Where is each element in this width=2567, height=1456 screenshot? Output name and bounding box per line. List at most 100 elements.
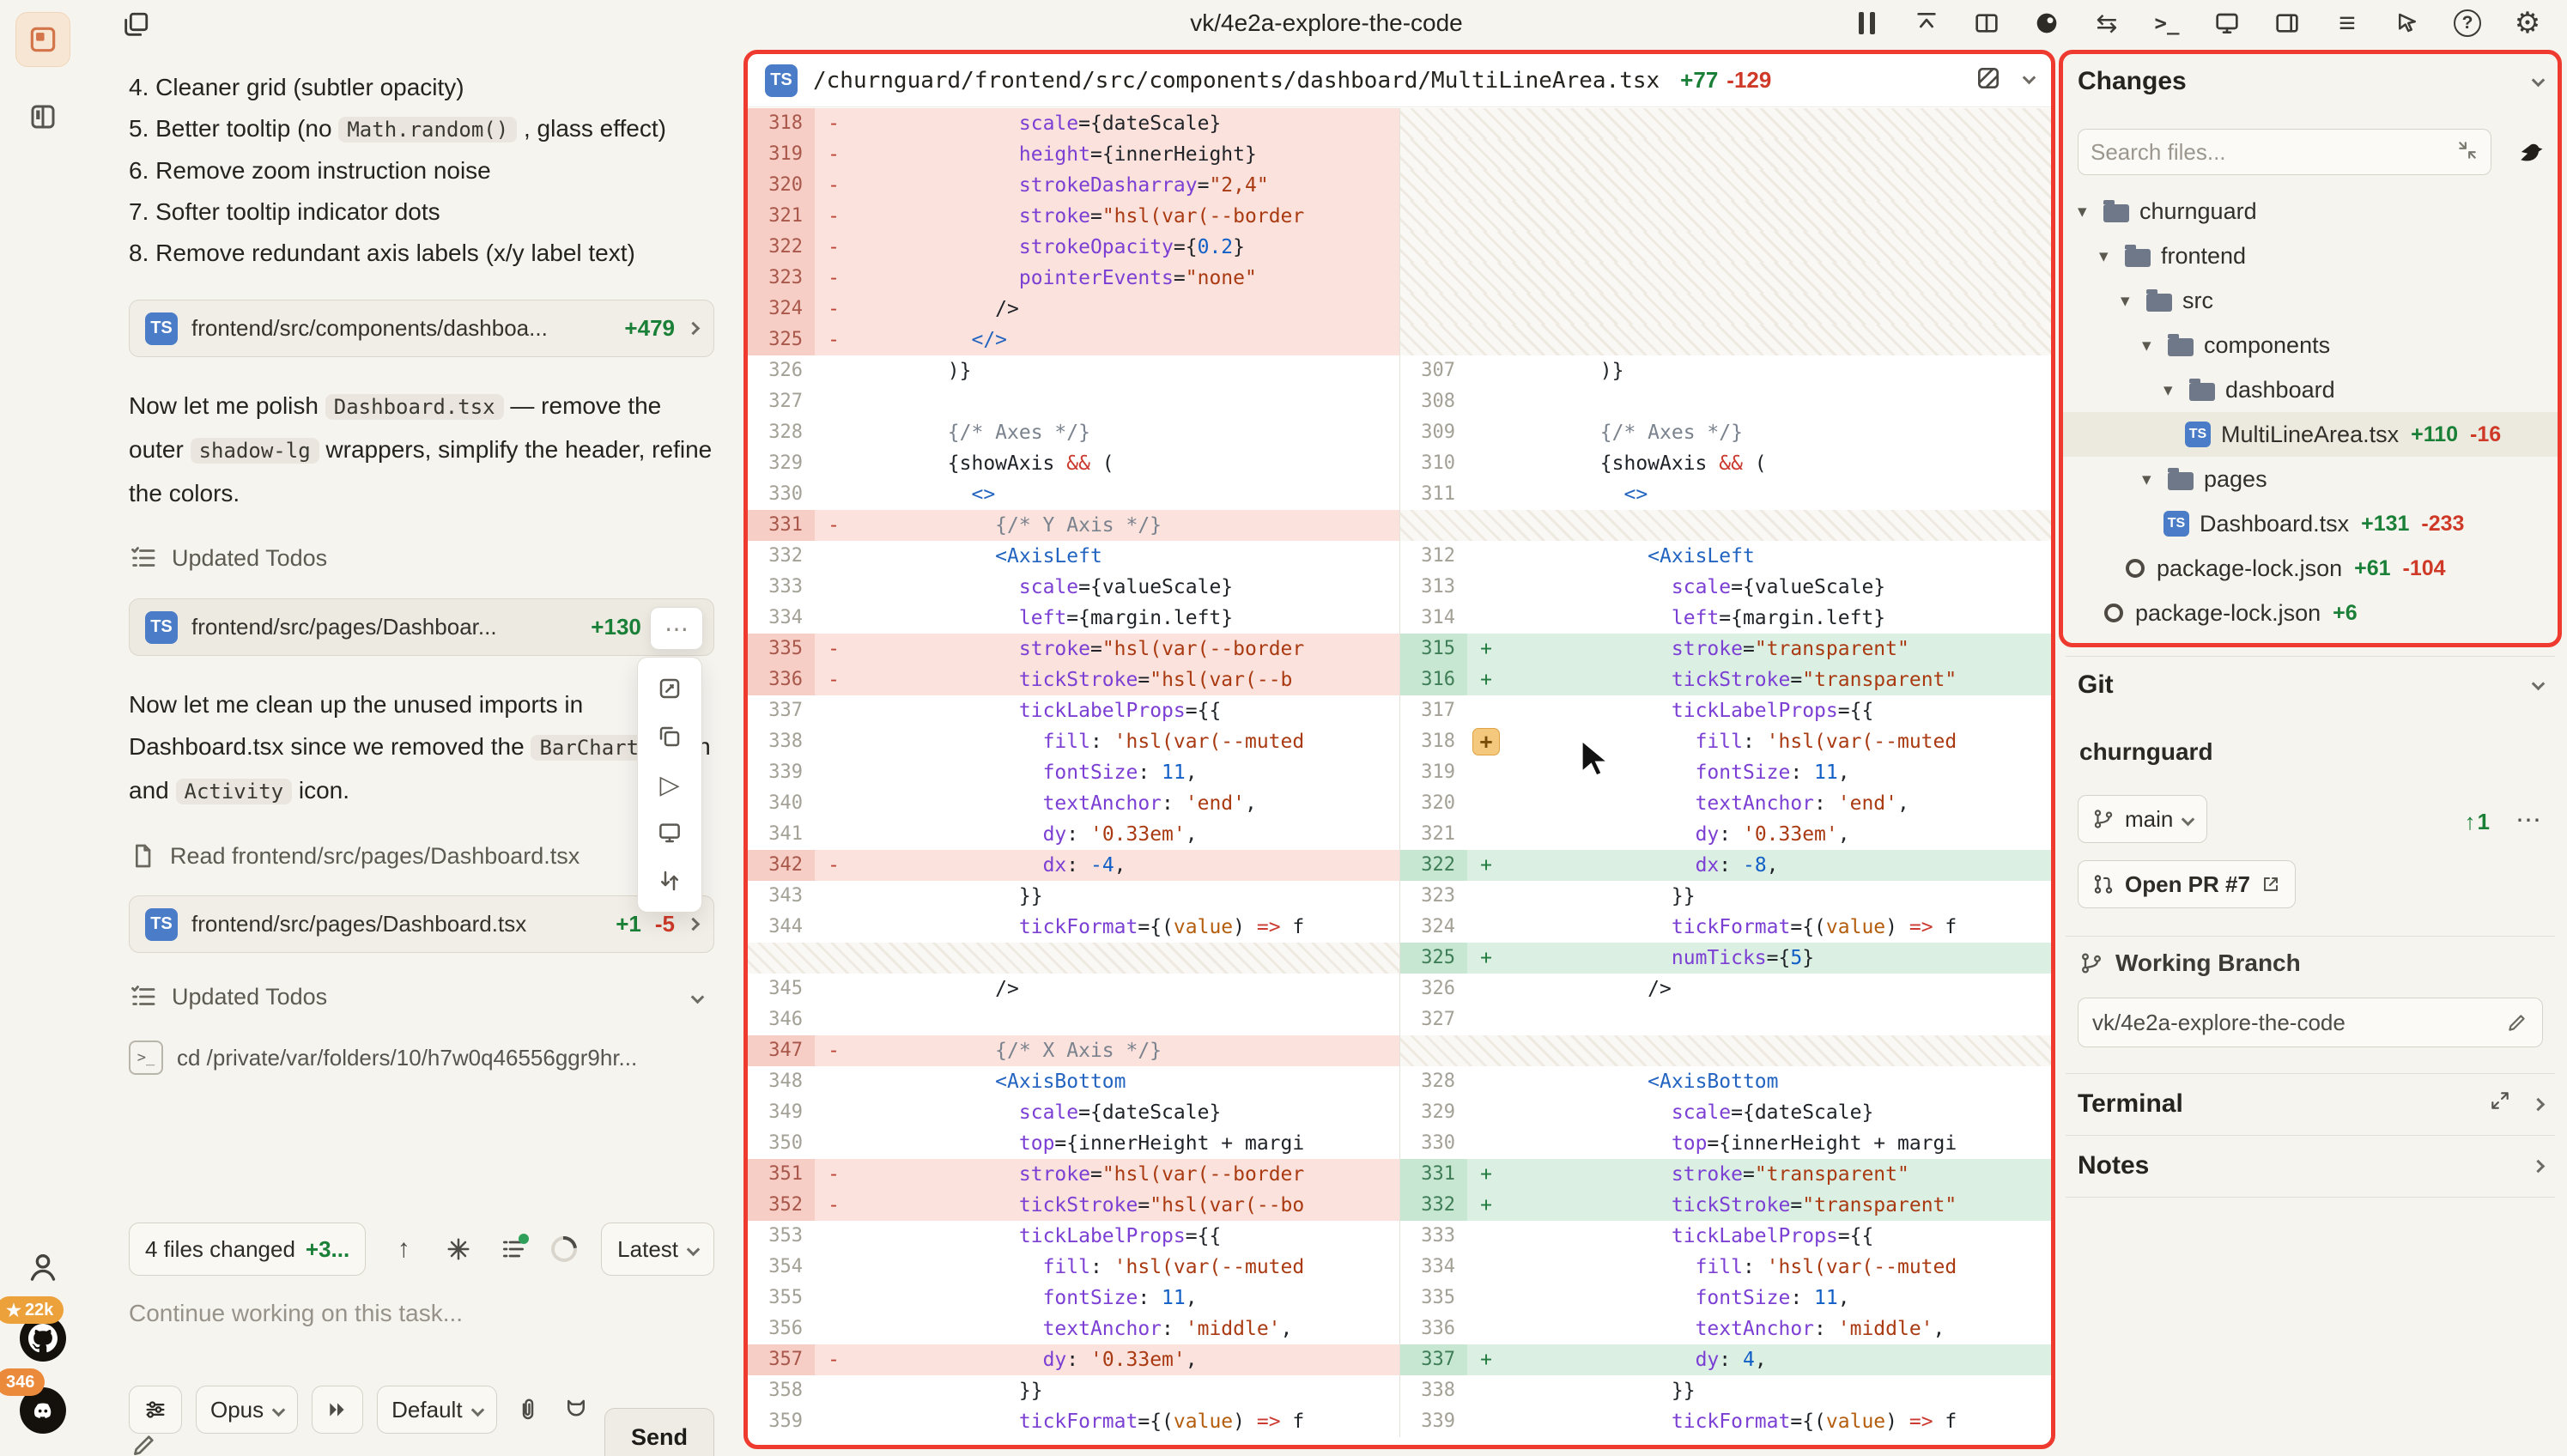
diff-line-old[interactable]: 340 textAnchor: 'end', [748, 788, 1399, 819]
diff-line-old[interactable]: 356 textAnchor: 'middle', [748, 1313, 1399, 1344]
diff-line-new[interactable]: 326 /> [1399, 974, 2051, 1004]
diff-line-old[interactable]: 352- tickStroke="hsl(var(--bo [748, 1190, 1399, 1221]
diff-line-new[interactable]: 324 tickFormat={(value) => f [1399, 912, 2051, 943]
diff-line-old[interactable]: 341 dy: '0.33em', [748, 819, 1399, 850]
diff-line-old[interactable]: 354 fill: 'hsl(var(--muted [748, 1252, 1399, 1283]
diff-line-new[interactable]: 329 scale={dateScale} [1399, 1097, 2051, 1128]
diff-line-new[interactable]: 315+ stroke="transparent" [1399, 634, 2051, 664]
diff-line-old[interactable]: 321- stroke="hsl(var(--border [748, 201, 1399, 232]
model-dropdown[interactable]: Opus [196, 1386, 298, 1434]
tree-file-package-lock.json[interactable]: package-lock.json+6 [2059, 591, 2562, 635]
caret-down-icon[interactable]: ▾ [2078, 201, 2100, 222]
tree-folder-components[interactable]: ▾components [2059, 323, 2562, 367]
copy-icon[interactable] [649, 716, 690, 757]
diff-line-old[interactable]: 336- tickStroke="hsl(var(--b [748, 664, 1399, 695]
terminal-section-header[interactable]: Terminal [2078, 1085, 2543, 1123]
diff-line-old[interactable]: 348 <AxisBottom [748, 1066, 1399, 1097]
diff-line-old[interactable]: 320- strokeDasharray="2,4" [748, 170, 1399, 201]
git-section-header[interactable]: Git [2078, 666, 2543, 704]
diff-line-old[interactable]: 323- pointerEvents="none" [748, 263, 1399, 294]
diff-line-new[interactable]: 330 top={innerHeight + margi [1399, 1128, 2051, 1159]
diff-line-new[interactable]: 322+ dx: -8, [1399, 850, 2051, 881]
settings-gear-icon[interactable]: ⚙ [2510, 5, 2545, 41]
diff-line-new[interactable]: 327 [1399, 1004, 2051, 1035]
bird-icon[interactable] [2512, 132, 2552, 172]
collapse-tree-icon[interactable] [2456, 139, 2479, 166]
settings-sliders-button[interactable] [129, 1386, 182, 1434]
chat-history[interactable]: 4. Cleaner grid (subtler opacity) 5. Bet… [86, 46, 745, 1216]
commits-ahead[interactable]: ↑1 [2465, 809, 2490, 835]
window-restore-icon[interactable] [118, 7, 153, 43]
todo-list-icon[interactable] [496, 1232, 531, 1266]
updated-todos-row[interactable]: Updated Todos [129, 543, 714, 573]
git-compare-icon[interactable]: ⇆ [2090, 5, 2124, 41]
send-button[interactable]: Send [604, 1408, 714, 1456]
file-chip-components-dashboard[interactable]: TS frontend/src/components/dashboa... +4… [129, 300, 714, 357]
tree-folder-pages[interactable]: ▾pages [2059, 457, 2562, 501]
diff-line-new[interactable]: 328 <AxisBottom [1399, 1066, 2051, 1097]
diff-line-new[interactable]: 339 tickFormat={(value) => f [1399, 1406, 2051, 1437]
github-icon[interactable]: ★22k [20, 1315, 66, 1362]
cat-icon[interactable] [559, 1392, 593, 1427]
search-input[interactable] [2091, 139, 2448, 166]
diff-line-old[interactable]: 359 tickFormat={(value) => f [748, 1406, 1399, 1437]
edit-pencil-icon[interactable] [2506, 1011, 2528, 1034]
sparkle-icon[interactable] [441, 1232, 476, 1266]
tree-file-MultiLineArea.tsx[interactable]: TSMultiLineArea.tsx+110-16 [2059, 412, 2562, 457]
diff-line-old[interactable]: 346 [748, 1004, 1399, 1035]
chevron-down-icon[interactable] [2532, 676, 2546, 690]
diff-line-old[interactable]: 333 scale={valueScale} [748, 572, 1399, 603]
diff-line-new[interactable]: 323 }} [1399, 881, 2051, 912]
monitor-icon[interactable] [2210, 5, 2244, 41]
diff-line-new[interactable]: 310 {showAxis && ( [1399, 448, 2051, 479]
terminal-icon[interactable]: >_ [2150, 5, 2184, 41]
play-icon[interactable]: ▷ [649, 764, 690, 805]
diff-line-new[interactable]: 337+ dy: 4, [1399, 1344, 2051, 1375]
scroll-up-icon[interactable]: ↑ [386, 1232, 421, 1266]
files-changed-dropdown[interactable]: 4 files changed +3... [129, 1222, 366, 1276]
diff-line-new[interactable]: 319 fontSize: 11, [1399, 757, 2051, 788]
notes-section-header[interactable]: Notes [2078, 1147, 2543, 1185]
diff-line-old[interactable]: 332 <AxisLeft [748, 541, 1399, 572]
read-file-row[interactable]: Read frontend/src/pages/Dashboard.tsx [129, 842, 714, 870]
diff-line-new[interactable]: 325+ numTicks={5} [1399, 943, 2051, 974]
git-compare-icon[interactable] [649, 860, 690, 901]
changes-section-header[interactable]: Changes [2078, 62, 2543, 101]
help-icon[interactable]: ? [2450, 5, 2485, 41]
diff-line-new[interactable]: 307 )} [1399, 355, 2051, 386]
diff-line-new[interactable]: 335 fontSize: 11, [1399, 1283, 2051, 1313]
working-branch-input[interactable] [2092, 1010, 2506, 1036]
diff-line-new[interactable]: 321 dy: '0.33em', [1399, 819, 2051, 850]
diff-line-new[interactable]: 311 <> [1399, 479, 2051, 510]
rail-tab-board[interactable] [15, 89, 70, 144]
diff-line-new[interactable]: 312 <AxisLeft [1399, 541, 2051, 572]
pause-icon[interactable] [1849, 5, 1884, 41]
task-input[interactable] [129, 1300, 714, 1327]
attachment-icon[interactable] [511, 1392, 545, 1427]
diff-file-path[interactable]: /churnguard/frontend/src/components/dash… [813, 68, 1660, 94]
caret-down-icon[interactable]: ▾ [2121, 290, 2143, 312]
collapse-diff-chevron[interactable] [2023, 71, 2036, 85]
tree-folder-dashboard[interactable]: ▾dashboard [2059, 367, 2562, 412]
diff-line-old[interactable]: 339 fontSize: 11, [748, 757, 1399, 788]
diff-line-new[interactable]: 314 left={margin.left} [1399, 603, 2051, 634]
tree-folder-frontend[interactable]: ▾frontend [2059, 234, 2562, 278]
diff-line-new[interactable]: 313 scale={valueScale} [1399, 572, 2051, 603]
diff-line-new[interactable]: 332+ tickStroke="transparent" [1399, 1190, 2051, 1221]
menu-icon[interactable]: ≡ [2330, 5, 2364, 41]
diff-line-old[interactable]: 338 fill: 'hsl(var(--muted [748, 726, 1399, 757]
fast-forward-button[interactable] [312, 1386, 363, 1434]
profile-icon[interactable] [15, 1245, 70, 1289]
add-comment-marker[interactable]: + [1472, 728, 1500, 755]
rail-tab-editor[interactable] [15, 12, 70, 67]
caret-down-icon[interactable]: ▾ [2099, 246, 2121, 267]
diff-line-new[interactable]: 316+ tickStroke="transparent" [1399, 664, 2051, 695]
chevron-right-icon[interactable] [2532, 1159, 2546, 1173]
diff-line-new[interactable]: 334 fill: 'hsl(var(--muted [1399, 1252, 2051, 1283]
file-chip-pages-dashboard[interactable]: TS frontend/src/pages/Dashboar... +130 -… [129, 598, 714, 656]
diff-line-old[interactable]: 344 tickFormat={(value) => f [748, 912, 1399, 943]
file-search[interactable] [2078, 129, 2491, 175]
expand-icon[interactable] [2489, 1089, 2511, 1119]
diff-line-old[interactable]: 327 [748, 386, 1399, 417]
diff-line-old[interactable]: 334 left={margin.left} [748, 603, 1399, 634]
